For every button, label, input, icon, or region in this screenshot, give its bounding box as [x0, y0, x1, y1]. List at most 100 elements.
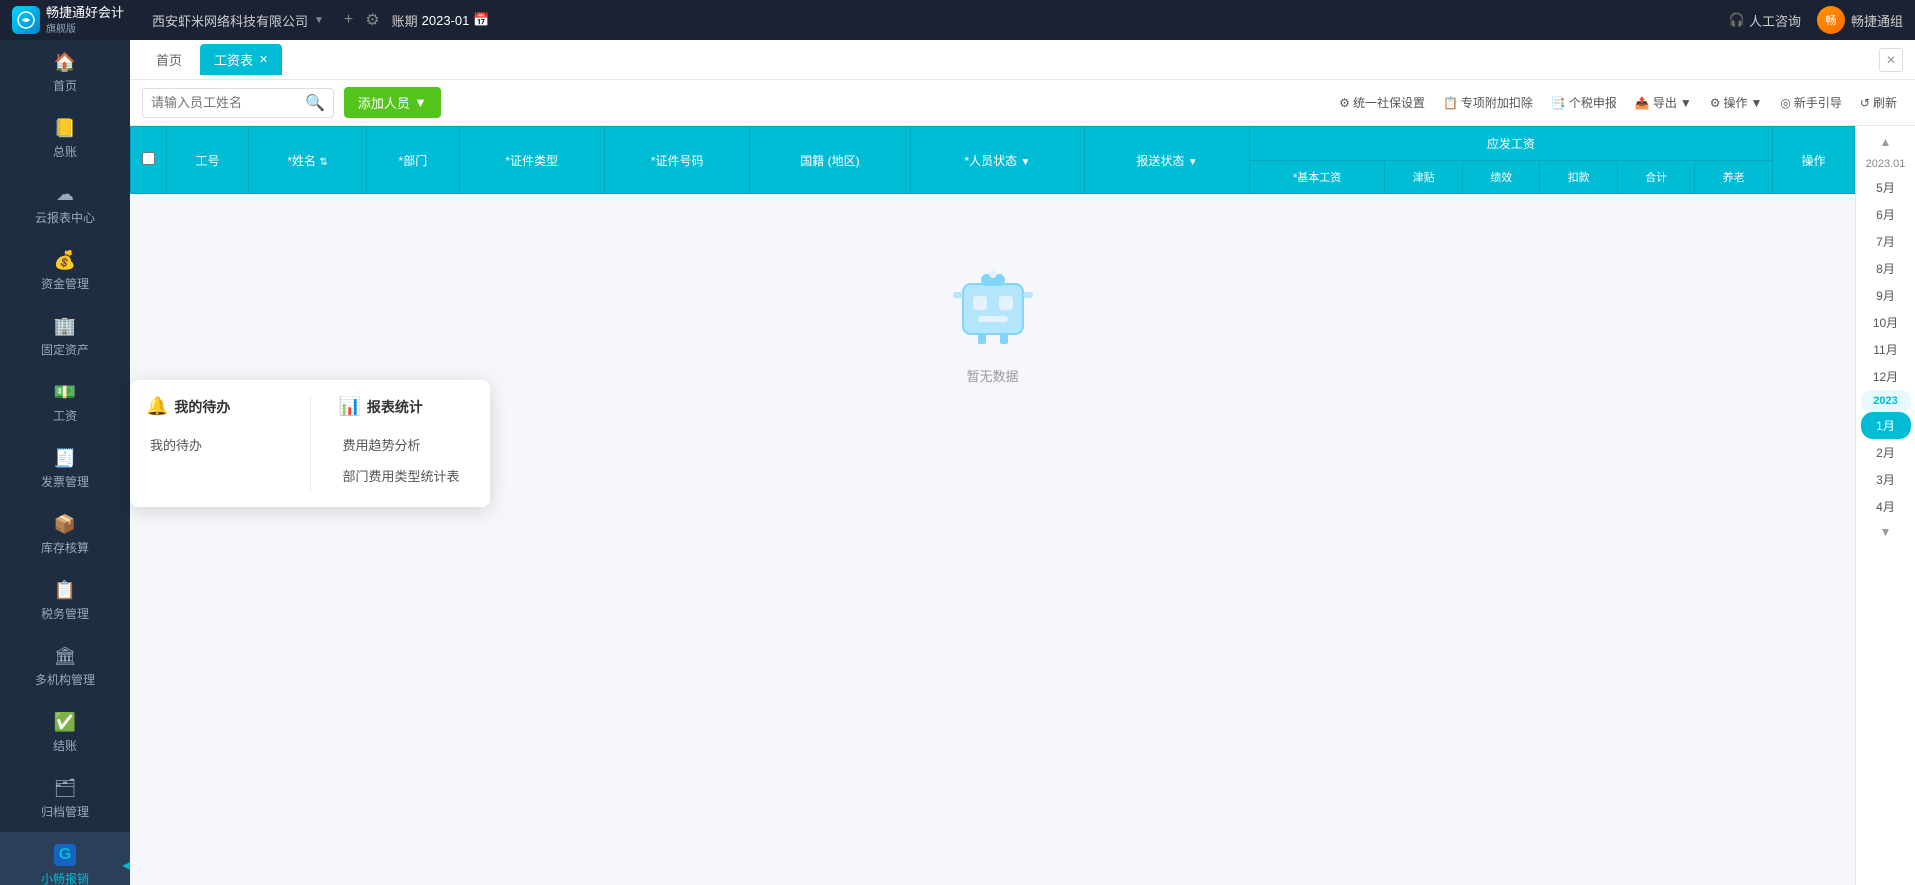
month-9-2022[interactable]: 9月: [1861, 282, 1911, 309]
tab-salary-table[interactable]: 工资表 ✕: [200, 44, 282, 75]
top-header: 畅捷通好会计 旗舰版 西安虾米网络科技有限公司 ▼ + ⚙ 账期 2023-01…: [0, 0, 1915, 40]
add-employee-btn[interactable]: 添加人员 ▼: [344, 87, 441, 118]
sidebar-item-invoice[interactable]: 🧾 发票管理: [0, 436, 130, 502]
col-salary-group: 应发工资: [1249, 127, 1772, 161]
operate-icon: ⚙: [1710, 96, 1721, 110]
user-area: 畅 畅捷通组: [1817, 6, 1903, 34]
social-insurance-icon: ⚙: [1339, 96, 1350, 110]
col-operate: 操作: [1772, 127, 1854, 194]
settings-icon[interactable]: ⚙: [365, 10, 379, 30]
headset-icon: 🎧: [1729, 12, 1745, 28]
month-6-2022[interactable]: 6月: [1861, 201, 1911, 228]
popup-col-todo: 🔔 我的待办 我的待办: [146, 396, 282, 491]
avatar: 畅: [1817, 6, 1845, 34]
period-info: 账期 2023-01 📅: [392, 11, 490, 30]
social-insurance-btn[interactable]: ⚙ 统一社保设置: [1333, 90, 1431, 115]
col-status: *人员状态 ▼: [910, 127, 1085, 194]
col-checkbox[interactable]: [131, 127, 167, 194]
refresh-btn[interactable]: ↺ 刷新: [1854, 90, 1903, 115]
sidebar-item-tax[interactable]: 📋 税务管理: [0, 568, 130, 634]
sidebar-item-cloud[interactable]: ☁ 云报表中心: [0, 172, 130, 238]
search-icon[interactable]: 🔍: [305, 93, 325, 113]
sidebar-item-inventory[interactable]: 📦 库存核算: [0, 502, 130, 568]
sort-icon[interactable]: ⇅: [319, 157, 327, 168]
month-4-2023[interactable]: 4月: [1861, 493, 1911, 520]
window-close-btn[interactable]: ✕: [1879, 48, 1903, 72]
month-3-2023[interactable]: 3月: [1861, 466, 1911, 493]
popup-menu: 🔔 我的待办 我的待办 📊 报表统计 费用趋势分析 部门费用类型统计表: [130, 380, 490, 507]
company-chevron-icon: ▼: [314, 15, 324, 26]
tab-close-icon[interactable]: ✕: [259, 53, 268, 66]
toolbar: 🔍 添加人员 ▼ ⚙ 统一社保设置 📋 专项附加扣除 📑 个税申报: [130, 80, 1915, 126]
month-8-2022[interactable]: 8月: [1861, 255, 1911, 282]
col-cert-type: *证件类型: [459, 127, 604, 194]
col-total: 合计: [1617, 161, 1695, 194]
year-2023-label: 2023: [1861, 390, 1911, 412]
popup-link-expense-trend[interactable]: 费用趋势分析: [339, 429, 475, 460]
export-icon: 📤: [1635, 96, 1650, 110]
popup-link-dept-expense[interactable]: 部门费用类型统计表: [339, 460, 475, 491]
popup-section: 🔔 我的待办 我的待办 📊 报表统计 费用趋势分析 部门费用类型统计表: [146, 396, 474, 491]
search-input[interactable]: [151, 95, 301, 110]
col-performance: 绩效: [1462, 161, 1540, 194]
tax-report-btn[interactable]: 📑 个税申报: [1545, 90, 1623, 115]
col-dept: *部门: [367, 127, 459, 194]
app-logo-icon: [12, 6, 40, 34]
special-deduct-icon: 📋: [1443, 96, 1458, 110]
year-2022-label: 2023.01: [1866, 154, 1906, 174]
company-name: 西安虾米网络科技有限公司: [152, 11, 308, 30]
month-2-2023[interactable]: 2月: [1861, 439, 1911, 466]
col-cert-no: *证件号码: [604, 127, 749, 194]
newguide-btn[interactable]: ◎ 新手引导: [1774, 90, 1848, 115]
empty-text: 暂无数据: [966, 366, 1018, 385]
popup-col-report: 📊 报表统计 费用趋势分析 部门费用类型统计表: [339, 396, 475, 491]
month-5-2022[interactable]: 5月: [1861, 174, 1911, 201]
month-11-2022[interactable]: 11月: [1861, 336, 1911, 363]
assets-icon: 🏢: [54, 316, 76, 337]
company-selector[interactable]: 西安虾米网络科技有限公司 ▼: [144, 7, 332, 34]
export-btn[interactable]: 📤 导出 ▼: [1629, 90, 1698, 115]
report-icon: 📊: [339, 396, 361, 417]
month-nav-down[interactable]: ▼: [1874, 520, 1898, 544]
sidebar-item-assets[interactable]: 🏢 固定资产: [0, 304, 130, 370]
special-deduct-btn[interactable]: 📋 专项附加扣除: [1437, 90, 1539, 115]
col-country: 国籍 (地区): [750, 127, 910, 194]
sidebar-item-ledger[interactable]: 📒 总账: [0, 106, 130, 172]
col-bonus: 津贴: [1385, 161, 1463, 194]
sidebar-item-archive[interactable]: 🗂 归档管理: [0, 766, 130, 832]
month-10-2022[interactable]: 10月: [1861, 309, 1911, 336]
popup-link-my-todo[interactable]: 我的待办: [146, 429, 282, 460]
newguide-icon: ◎: [1780, 96, 1790, 110]
app-name: 畅捷通好会计 旗舰版: [46, 5, 124, 36]
sidebar-item-multi[interactable]: 🏛 多机构管理: [0, 634, 130, 700]
customer-service-btn[interactable]: 🎧 人工咨询: [1729, 11, 1801, 30]
tax-icon: 📋: [54, 580, 76, 601]
add-company-icon[interactable]: +: [344, 11, 353, 29]
sidebar-item-home[interactable]: 🏠 首页: [0, 40, 130, 106]
tab-home[interactable]: 首页: [142, 44, 196, 75]
tab-bar-right: ✕: [1879, 48, 1903, 72]
sidebar-item-funds[interactable]: 💰 资金管理: [0, 238, 130, 304]
sidebar-item-settlement[interactable]: ✅ 结账: [0, 700, 130, 766]
popup-report-title: 📊 报表统计: [339, 396, 475, 417]
sidebar-item-salary[interactable]: 💵 工资: [0, 370, 130, 436]
invoice-icon: 🧾: [54, 448, 76, 469]
month-nav-up[interactable]: ▲: [1874, 130, 1898, 154]
operate-btn[interactable]: ⚙ 操作 ▼: [1704, 90, 1769, 115]
status-filter-icon[interactable]: ▼: [1020, 157, 1030, 168]
calendar-icon[interactable]: 📅: [473, 12, 489, 28]
refresh-icon: ↺: [1860, 96, 1870, 110]
month-1-2023[interactable]: 1月: [1861, 412, 1911, 439]
username: 畅捷通组: [1851, 11, 1903, 30]
col-deduct: 扣款: [1540, 161, 1618, 194]
month-12-2022[interactable]: 12月: [1861, 363, 1911, 390]
sidebar-item-xiaochang[interactable]: G 小畅报销 ◀: [0, 832, 130, 885]
logo-area: 畅捷通好会计 旗舰版: [12, 5, 132, 36]
popup-todo-title: 🔔 我的待办: [146, 396, 282, 417]
todo-icon: 🔔: [146, 396, 168, 417]
funds-icon: 💰: [54, 250, 76, 271]
select-all-checkbox[interactable]: [142, 152, 155, 165]
month-7-2022[interactable]: 7月: [1861, 228, 1911, 255]
report-filter-icon[interactable]: ▼: [1188, 157, 1198, 168]
col-basic-salary: *基本工资: [1249, 161, 1385, 194]
